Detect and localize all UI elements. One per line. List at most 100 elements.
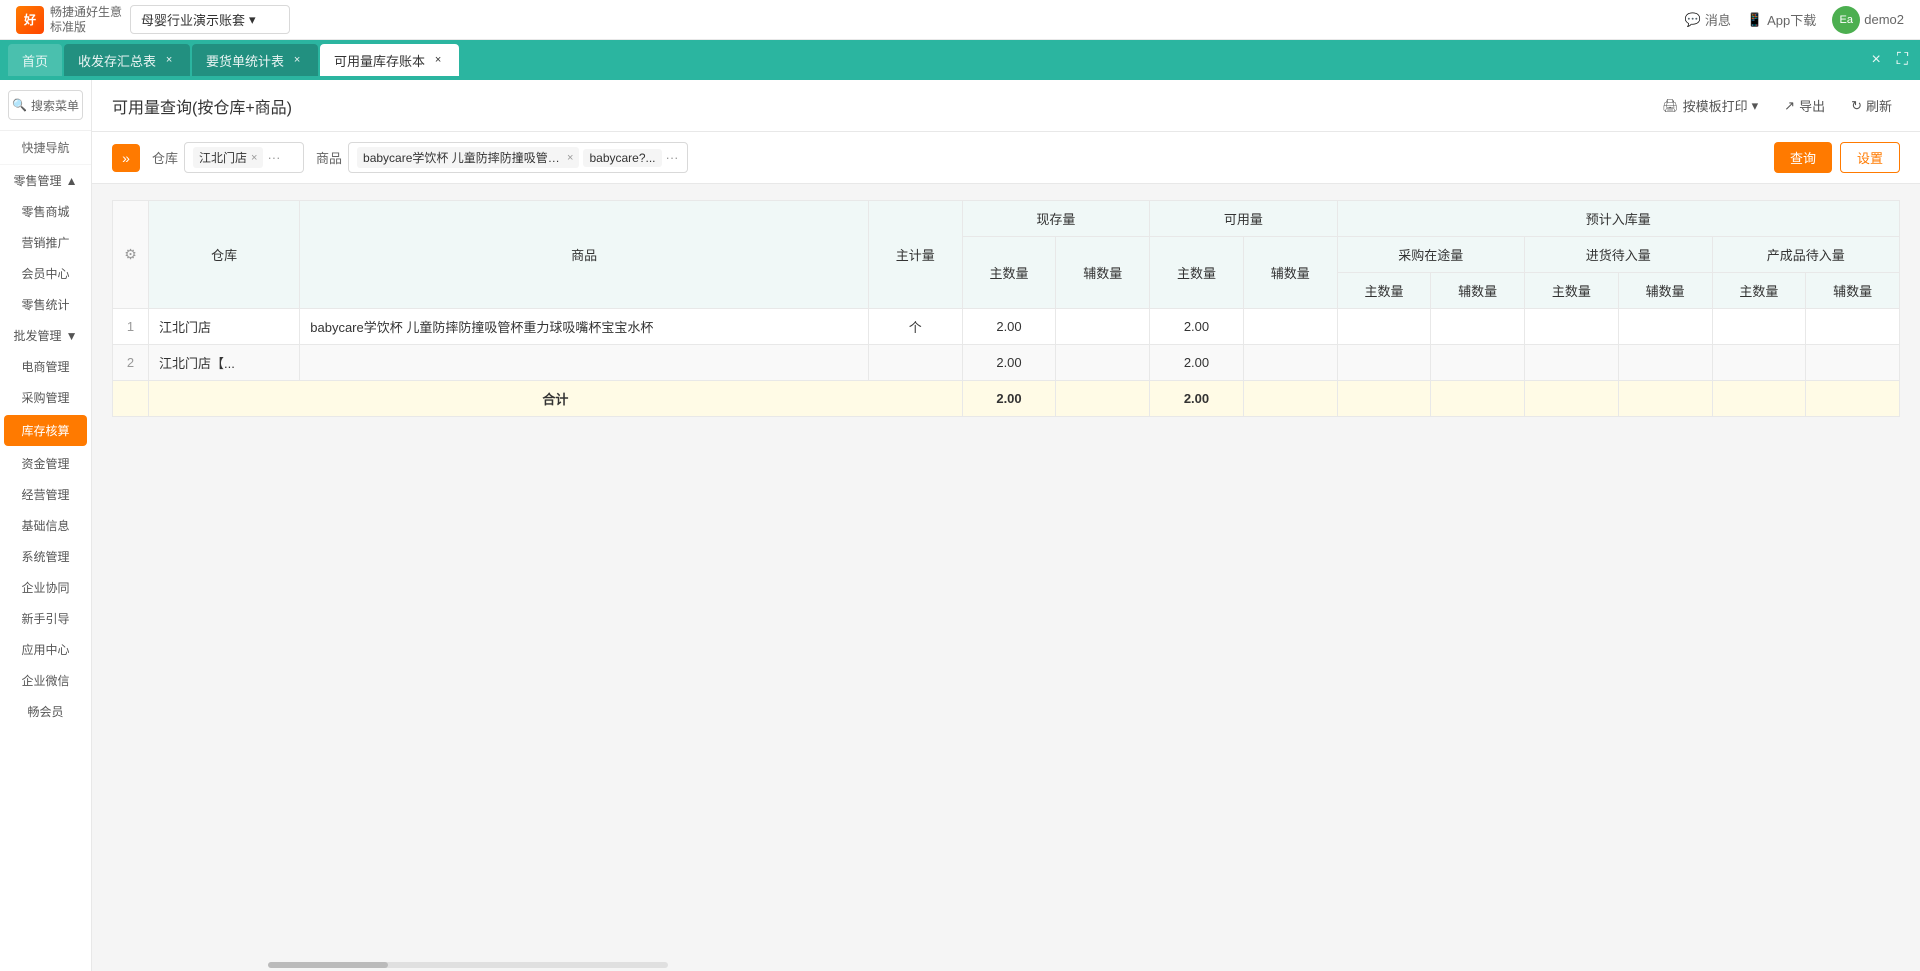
unit-col-header: 主计量	[868, 201, 962, 309]
table-body: 1 江北门店 babycare学饮杯 儿童防摔防撞吸管杯重力球吸嘴杯宝宝水杯 个…	[113, 309, 1900, 381]
sidebar-item-finance[interactable]: 资金管理	[0, 448, 91, 479]
expand-icon-2: ▼	[66, 329, 78, 343]
horizontal-scrollbar[interactable]	[268, 962, 668, 968]
mobile-icon: 📱	[1747, 12, 1763, 28]
close-all-tabs-button[interactable]: ×	[1867, 47, 1884, 73]
tab-order-stats[interactable]: 要货单统计表 ×	[192, 44, 318, 76]
stock-group-header: 现存量	[962, 201, 1149, 237]
footer-label: 合计	[149, 381, 963, 417]
remove-warehouse-button[interactable]: ×	[251, 152, 257, 164]
product-input[interactable]: babycare学饮杯 儿童防摔防撞吸管杯重力球吸嘴杯宝宝水杯 × babyca…	[348, 142, 687, 173]
print-button[interactable]: 🖨 按模板打印 ▾	[1654, 92, 1766, 119]
chevron-down-icon-print: ▾	[1752, 98, 1759, 114]
sidebar-item-wholesale[interactable]: 批发管理 ▼	[0, 320, 91, 351]
sidebar-item-purchase[interactable]: 采购管理	[0, 382, 91, 413]
sidebar-item-operations[interactable]: 经营管理	[0, 479, 91, 510]
page-title: 可用量查询(按仓库+商品)	[112, 94, 292, 118]
sidebar-item-quick-nav[interactable]: 快捷导航	[0, 131, 91, 165]
sidebar-item-system[interactable]: 系统管理	[0, 541, 91, 572]
table-footer-row: 合计 2.00 2.00	[113, 381, 1900, 417]
fullscreen-button[interactable]: ⛶	[1893, 47, 1912, 73]
product-tag-1: babycare学饮杯 儿童防摔防撞吸管杯重力球吸嘴杯宝宝水杯 ×	[357, 147, 579, 168]
avail-aux-header: 辅数量	[1243, 237, 1337, 309]
sidebar-item-marketing[interactable]: 营销推广	[0, 227, 91, 258]
app-download-button[interactable]: 📱 App下载	[1747, 10, 1816, 29]
avail-main-header: 主数量	[1150, 237, 1244, 309]
expand-icon: ▲	[66, 174, 78, 188]
sidebar-item-basic-info[interactable]: 基础信息	[0, 510, 91, 541]
main-layout: 🔍 搜索菜单 快捷导航 零售管理 ▲ 零售商城 营销推广 会员中心 零售统计 批…	[0, 80, 1920, 971]
production-main-header: 主数量	[1712, 273, 1806, 309]
product-filter: 商品 babycare学饮杯 儿童防摔防撞吸管杯重力球吸嘴杯宝宝水杯 × bab…	[316, 142, 688, 173]
warehouse-filter: 仓库 江北门店 × ···	[152, 142, 304, 173]
production-group-header: 产成品待入量	[1712, 237, 1899, 273]
incoming-aux-header: 辅数量	[1618, 273, 1712, 309]
sidebar: 🔍 搜索菜单 快捷导航 零售管理 ▲ 零售商城 营销推广 会员中心 零售统计 批…	[0, 80, 92, 971]
sidebar-item-ecommerce[interactable]: 电商管理	[0, 351, 91, 382]
avatar: Ea	[1832, 6, 1860, 34]
stock-main-header: 主数量	[962, 237, 1056, 309]
top-bar: 好 畅捷通好生意 标准版 母婴行业演示账套 ▾ 💬 消息 📱 App下载 Ea …	[0, 0, 1920, 40]
tab-actions: × ⛶	[1867, 47, 1912, 73]
sidebar-item-retail-mgmt[interactable]: 零售管理 ▲	[0, 165, 91, 196]
sidebar-item-member2[interactable]: 畅会员	[0, 696, 91, 727]
top-bar-right: 💬 消息 📱 App下载 Ea demo2	[1685, 6, 1904, 34]
query-button[interactable]: 查询	[1774, 142, 1832, 173]
table-row: 1 江北门店 babycare学饮杯 儿童防摔防撞吸管杯重力球吸嘴杯宝宝水杯 个…	[113, 309, 1900, 345]
warehouse-more-button[interactable]: ···	[267, 150, 280, 165]
footer-stock-main: 2.00	[962, 381, 1056, 417]
warehouse-tag: 江北门店 ×	[193, 147, 263, 168]
sidebar-item-enterprise-collab[interactable]: 企业协同	[0, 572, 91, 603]
export-button[interactable]: ↗ 导出	[1776, 92, 1833, 119]
forecast-group-header: 预计入库量	[1337, 201, 1899, 237]
column-settings-icon[interactable]: ⚙	[124, 246, 137, 262]
search-menu-button[interactable]: 🔍 搜索菜单	[8, 90, 83, 120]
sidebar-item-app-center[interactable]: 应用中心	[0, 634, 91, 665]
table-row: 2 江北门店【... 2.00 2.00	[113, 345, 1900, 381]
tab-available-inventory[interactable]: 可用量库存账本 ×	[320, 44, 459, 76]
remove-product1-button[interactable]: ×	[567, 152, 573, 164]
sidebar-search: 🔍 搜索菜单	[0, 80, 91, 131]
logo-text: 畅捷通好生意 标准版	[50, 5, 122, 34]
sidebar-item-inventory[interactable]: 库存核算	[4, 415, 87, 446]
logo-icon: 好	[16, 6, 44, 34]
purchase-main-header: 主数量	[1337, 273, 1431, 309]
refresh-icon: ↻	[1851, 98, 1862, 114]
purchase-group-header: 采购在途量	[1337, 237, 1524, 273]
close-tab3-button[interactable]: ×	[431, 53, 445, 67]
settings-col-header: ⚙	[113, 201, 149, 309]
close-tab2-button[interactable]: ×	[290, 53, 304, 67]
product-tag-2: babycare?...	[583, 149, 661, 167]
sidebar-item-wechat[interactable]: 企业微信	[0, 665, 91, 696]
user-profile[interactable]: Ea demo2	[1832, 6, 1904, 34]
content-area: 可用量查询(按仓库+商品) 🖨 按模板打印 ▾ ↗ 导出 ↻ 刷新	[92, 80, 1920, 971]
warehouse-input[interactable]: 江北门店 × ···	[184, 142, 304, 173]
page-header: 可用量查询(按仓库+商品) 🖨 按模板打印 ▾ ↗ 导出 ↻ 刷新	[92, 80, 1920, 132]
stock-aux-header: 辅数量	[1056, 237, 1150, 309]
product-more-button[interactable]: ···	[666, 150, 679, 165]
org-selector[interactable]: 母婴行业演示账套 ▾	[130, 5, 290, 34]
sidebar-item-beginner[interactable]: 新手引导	[0, 603, 91, 634]
tab-home[interactable]: 首页	[8, 44, 62, 76]
message-icon: 💬	[1685, 12, 1701, 28]
tab-receivables[interactable]: 收发存汇总表 ×	[64, 44, 190, 76]
sidebar-item-member[interactable]: 会员中心	[0, 258, 91, 289]
product-col-header: 商品	[300, 201, 869, 309]
incoming-group-header: 进货待入量	[1525, 237, 1712, 273]
scrollbar-thumb[interactable]	[268, 962, 388, 968]
filter-toggle-button[interactable]: »	[112, 144, 140, 172]
settings-button[interactable]: 设置	[1840, 142, 1900, 173]
refresh-button[interactable]: ↻ 刷新	[1843, 92, 1900, 119]
page-actions: 🖨 按模板打印 ▾ ↗ 导出 ↻ 刷新	[1654, 92, 1900, 119]
sidebar-item-retail-stats[interactable]: 零售统计	[0, 289, 91, 320]
footer-avail-main: 2.00	[1150, 381, 1244, 417]
warehouse-col-header: 仓库	[149, 201, 300, 309]
messages-button[interactable]: 💬 消息	[1685, 10, 1731, 29]
inventory-table: ⚙ 仓库 商品 主计量 现存量 可用量 预计入库量 主数量 辅数量 主数量 辅数…	[112, 200, 1900, 417]
production-aux-header: 辅数量	[1806, 273, 1900, 309]
sidebar-item-retail-store[interactable]: 零售商城	[0, 196, 91, 227]
close-tab1-button[interactable]: ×	[162, 53, 176, 67]
purchase-aux-header: 辅数量	[1431, 273, 1525, 309]
filter-actions: 查询 设置	[1774, 142, 1900, 173]
export-icon: ↗	[1784, 98, 1795, 114]
